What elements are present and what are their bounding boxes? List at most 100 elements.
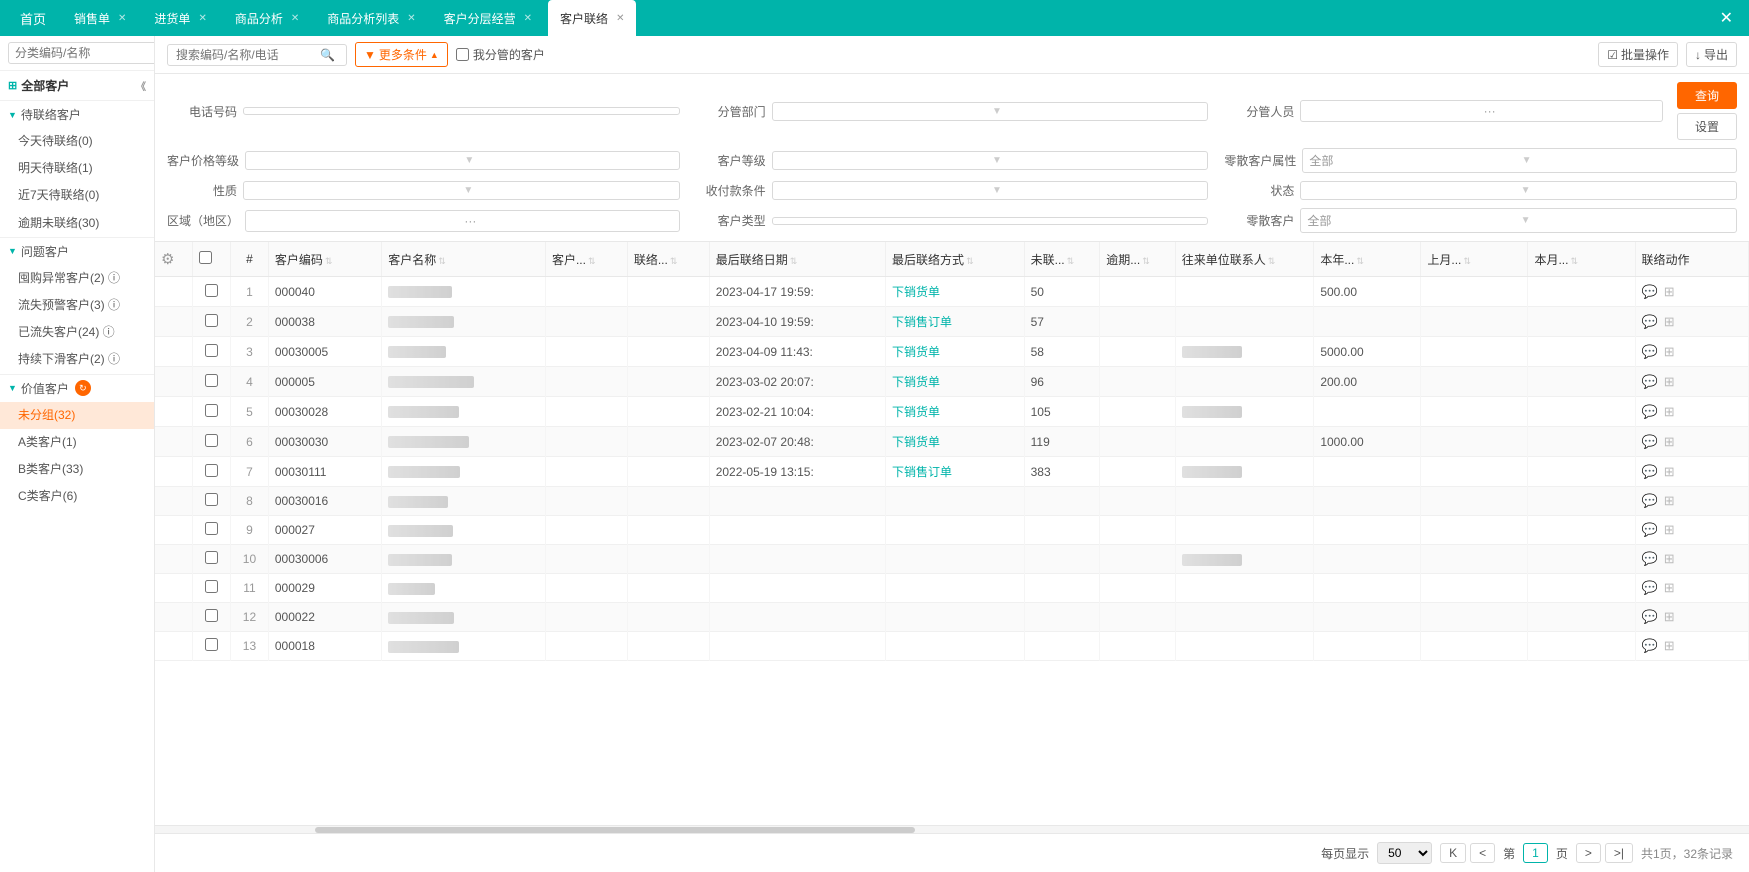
filter-price-level-select[interactable]: ▼ bbox=[245, 151, 680, 170]
nav-home[interactable]: 首页 bbox=[8, 9, 58, 28]
col-last-way[interactable]: 最后联络方式⇅ bbox=[886, 242, 1025, 277]
contact-way-link[interactable]: 下销货单 bbox=[892, 345, 940, 359]
cell-checkbox[interactable] bbox=[193, 516, 231, 545]
cell-checkbox[interactable] bbox=[193, 277, 231, 307]
cell-checkbox[interactable] bbox=[193, 427, 231, 457]
my-customers-checkbox[interactable]: 我分管的客户 bbox=[456, 46, 545, 63]
query-btn[interactable]: 查询 bbox=[1677, 82, 1737, 109]
dots-icon-2[interactable]: ··· bbox=[460, 214, 672, 228]
sidebar-item-class-a[interactable]: A类客户(1) bbox=[0, 429, 154, 456]
contact-way-link[interactable]: 下销货单 bbox=[892, 375, 940, 389]
page-size-select[interactable]: 50 100 bbox=[1377, 842, 1432, 864]
nav-tab-sales[interactable]: 销售单 ✕ bbox=[62, 0, 138, 36]
horizontal-scrollbar[interactable] bbox=[155, 825, 1749, 833]
close-tab-analysis-list[interactable]: ✕ bbox=[407, 13, 415, 24]
sidebar-item-today[interactable]: 今天待联络(0) bbox=[0, 128, 154, 155]
close-tab-sales[interactable]: ✕ bbox=[118, 13, 126, 24]
sidebar-item-7days[interactable]: 近7天待联络(0) bbox=[0, 182, 154, 209]
message-icon[interactable]: 💬 bbox=[1642, 638, 1658, 654]
row-checkbox[interactable] bbox=[205, 284, 218, 297]
select-all-checkbox[interactable] bbox=[199, 251, 212, 264]
cell-checkbox[interactable] bbox=[193, 545, 231, 574]
filter-scattered-select[interactable]: 全部 ▼ bbox=[1300, 208, 1737, 233]
message-icon[interactable]: 💬 bbox=[1642, 374, 1658, 390]
filter-search-input[interactable] bbox=[176, 48, 316, 62]
row-checkbox[interactable] bbox=[205, 434, 218, 447]
sidebar-item-warning[interactable]: 流失预警客户(3) ⓘ bbox=[0, 292, 154, 319]
filter-customer-type-select[interactable] bbox=[772, 217, 1209, 225]
col-type[interactable]: 客户...⇅ bbox=[545, 242, 627, 277]
sidebar-search-input[interactable] bbox=[8, 42, 155, 64]
contact-way-link[interactable]: 下销货单 bbox=[892, 405, 940, 419]
col-overdue[interactable]: 逾期...⇅ bbox=[1100, 242, 1176, 277]
col-checkbox[interactable] bbox=[193, 242, 231, 277]
message-icon[interactable]: 💬 bbox=[1642, 493, 1658, 509]
reset-btn[interactable]: 设置 bbox=[1677, 113, 1737, 140]
close-tab-customer-contact[interactable]: ✕ bbox=[616, 13, 624, 24]
message-icon[interactable]: 💬 bbox=[1642, 434, 1658, 450]
contact-way-link[interactable]: 下销货单 bbox=[892, 285, 940, 299]
nav-tab-analysis[interactable]: 商品分析 ✕ bbox=[223, 0, 311, 36]
row-checkbox[interactable] bbox=[205, 344, 218, 357]
grid-icon[interactable]: ⊞ bbox=[1664, 314, 1675, 330]
cell-checkbox[interactable] bbox=[193, 603, 231, 632]
row-checkbox[interactable] bbox=[205, 551, 218, 564]
cell-checkbox[interactable] bbox=[193, 397, 231, 427]
filter-payment-select[interactable]: ▼ bbox=[772, 181, 1209, 200]
more-conditions-btn[interactable]: ▼ 更多条件 ▲ bbox=[355, 42, 448, 67]
filter-scattered-attr-select[interactable]: 全部 ▼ bbox=[1302, 148, 1737, 173]
sidebar-item-class-b[interactable]: B类客户(33) bbox=[0, 456, 154, 483]
next-page-btn[interactable]: > bbox=[1576, 843, 1601, 863]
row-checkbox[interactable] bbox=[205, 464, 218, 477]
cell-checkbox[interactable] bbox=[193, 367, 231, 397]
col-contact[interactable]: 联络...⇅ bbox=[627, 242, 709, 277]
row-checkbox[interactable] bbox=[205, 638, 218, 651]
nav-tab-customer-layer[interactable]: 客户分层经营 ✕ bbox=[432, 0, 544, 36]
dots-icon[interactable]: ··· bbox=[1480, 104, 1656, 118]
grid-icon[interactable]: ⊞ bbox=[1664, 344, 1675, 360]
contact-way-link[interactable]: 下销货单 bbox=[892, 435, 940, 449]
message-icon[interactable]: 💬 bbox=[1642, 551, 1658, 567]
message-icon[interactable]: 💬 bbox=[1642, 580, 1658, 596]
close-tab-customer-layer[interactable]: ✕ bbox=[524, 13, 532, 24]
nav-close-btn[interactable]: ✕ bbox=[1712, 8, 1741, 28]
message-icon[interactable]: 💬 bbox=[1642, 404, 1658, 420]
filter-manager-select[interactable]: ··· bbox=[1300, 100, 1663, 122]
grid-icon[interactable]: ⊞ bbox=[1664, 551, 1675, 567]
cell-checkbox[interactable] bbox=[193, 307, 231, 337]
message-icon[interactable]: 💬 bbox=[1642, 284, 1658, 300]
filter-level-select[interactable]: ▼ bbox=[772, 151, 1209, 170]
message-icon[interactable]: 💬 bbox=[1642, 609, 1658, 625]
cell-checkbox[interactable] bbox=[193, 487, 231, 516]
row-checkbox[interactable] bbox=[205, 580, 218, 593]
cell-checkbox[interactable] bbox=[193, 337, 231, 367]
first-page-btn[interactable]: K bbox=[1440, 843, 1466, 863]
grid-icon[interactable]: ⊞ bbox=[1664, 638, 1675, 654]
close-tab-analysis[interactable]: ✕ bbox=[291, 13, 299, 24]
filter-status-select[interactable]: ▼ bbox=[1300, 181, 1737, 200]
sidebar-item-tomorrow[interactable]: 明天待联络(1) bbox=[0, 155, 154, 182]
grid-icon[interactable]: ⊞ bbox=[1664, 580, 1675, 596]
col-settings[interactable]: ⚙ bbox=[155, 242, 193, 277]
row-checkbox[interactable] bbox=[205, 522, 218, 535]
filter-region-select[interactable]: ··· bbox=[245, 210, 680, 232]
sidebar-item-class-c[interactable]: C类客户(6) bbox=[0, 483, 154, 510]
nav-tab-analysis-list[interactable]: 商品分析列表 ✕ bbox=[315, 0, 427, 36]
contact-way-link[interactable]: 下销售订单 bbox=[892, 465, 952, 479]
sidebar-group-pending[interactable]: ▼ 待联络客户 bbox=[0, 101, 154, 128]
nav-tab-customer-contact[interactable]: 客户联络 ✕ bbox=[548, 0, 636, 36]
scrollbar-thumb[interactable] bbox=[315, 827, 915, 833]
row-checkbox[interactable] bbox=[205, 314, 218, 327]
grid-icon[interactable]: ⊞ bbox=[1664, 609, 1675, 625]
message-icon[interactable]: 💬 bbox=[1642, 464, 1658, 480]
sidebar-group-problem[interactable]: ▼ 问题客户 bbox=[0, 238, 154, 265]
col-this-month[interactable]: 本月...⇅ bbox=[1528, 242, 1635, 277]
settings-icon[interactable]: ⚙ bbox=[161, 251, 174, 268]
row-checkbox[interactable] bbox=[205, 609, 218, 622]
sidebar-item-declining[interactable]: 持续下滑客户(2) ⓘ bbox=[0, 346, 154, 373]
grid-icon[interactable]: ⊞ bbox=[1664, 434, 1675, 450]
filter-search-box[interactable]: 🔍 bbox=[167, 44, 347, 66]
col-this-year[interactable]: 本年...⇅ bbox=[1314, 242, 1421, 277]
sidebar-item-abnormal[interactable]: 囤购异常客户(2) ⓘ bbox=[0, 265, 154, 292]
grid-icon[interactable]: ⊞ bbox=[1664, 522, 1675, 538]
